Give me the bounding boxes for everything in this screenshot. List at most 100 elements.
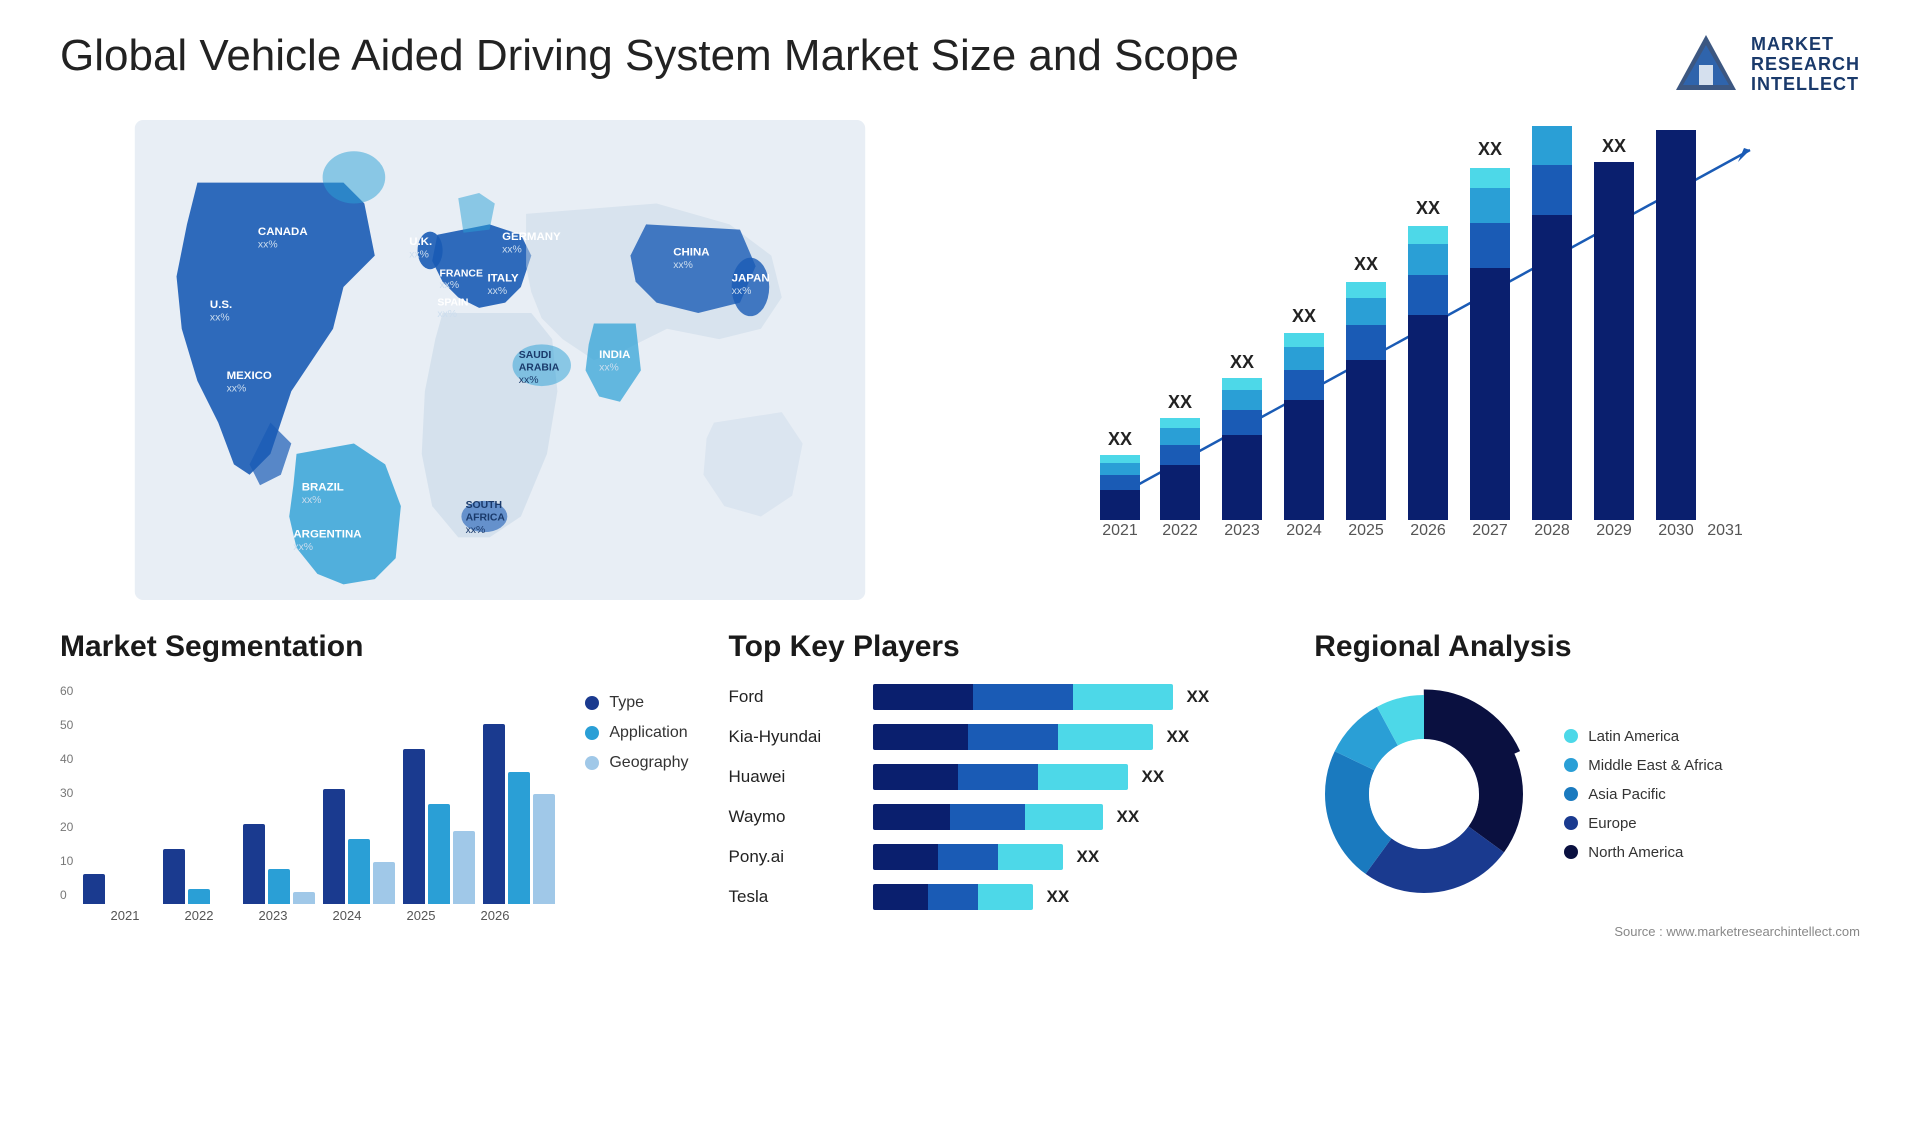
svg-text:BRAZIL: BRAZIL	[302, 481, 344, 493]
svg-text:XX: XX	[1416, 198, 1440, 218]
svg-text:CHINA: CHINA	[673, 247, 709, 259]
svg-text:U.S.: U.S.	[210, 299, 232, 311]
logo-icon	[1671, 30, 1741, 100]
svg-text:xx%: xx%	[227, 383, 247, 394]
bar-chart-section: XX 2021 XX 2022 XX 2023	[980, 120, 1860, 600]
legend-europe: Europe	[1564, 815, 1722, 832]
seg-bars	[83, 684, 555, 904]
svg-text:2028: 2028	[1534, 522, 1570, 539]
regional-container: Latin America Middle East & Africa Asia …	[1314, 684, 1860, 904]
svg-text:xx%: xx%	[409, 250, 429, 261]
svg-text:CANADA: CANADA	[258, 226, 308, 238]
seg-bar-2023	[243, 824, 315, 904]
seg-legend: Type Application Geography	[585, 694, 688, 772]
legend-geography: Geography	[585, 754, 688, 772]
player-kia-hyundai: Kia-Hyundai XX	[729, 724, 1275, 750]
seg-chart-with-axis: 0 10 20 30 40 50 60	[60, 684, 555, 923]
svg-text:XX: XX	[1168, 392, 1192, 412]
svg-text:xx%: xx%	[466, 525, 486, 536]
source-text: Source : www.marketresearchintellect.com	[1314, 924, 1860, 939]
page: Global Vehicle Aided Driving System Mark…	[0, 0, 1920, 1146]
svg-text:2027: 2027	[1472, 522, 1508, 539]
svg-text:xx%: xx%	[437, 309, 457, 320]
svg-text:XX: XX	[1478, 139, 1502, 159]
donut-svg	[1314, 684, 1534, 904]
svg-text:U.K.: U.K.	[409, 236, 432, 248]
legend-middle-east-africa: Middle East & Africa	[1564, 757, 1722, 774]
seg-bar-2021	[83, 874, 155, 904]
player-huawei: Huawei XX	[729, 764, 1275, 790]
svg-text:xx%: xx%	[302, 495, 322, 506]
world-map-svg: CANADA xx% U.S. xx% MEXICO xx% BRAZIL xx…	[60, 120, 940, 600]
svg-text:xx%: xx%	[258, 239, 278, 250]
growth-chart-svg: XX 2021 XX 2022 XX 2023	[980, 120, 1860, 580]
svg-text:XX: XX	[1602, 136, 1626, 156]
page-title: Global Vehicle Aided Driving System Mark…	[60, 30, 1239, 83]
svg-text:ITALY: ITALY	[487, 273, 519, 285]
svg-text:AFRICA: AFRICA	[466, 513, 506, 524]
svg-text:SOUTH: SOUTH	[466, 500, 502, 511]
seg-bar-2024	[323, 789, 395, 904]
svg-text:INDIA: INDIA	[599, 349, 630, 361]
player-tesla: Tesla XX	[729, 884, 1275, 910]
svg-text:xx%: xx%	[293, 542, 313, 553]
legend-asia-pacific: Asia Pacific	[1564, 786, 1722, 803]
regional-section: Regional Analysis	[1314, 630, 1860, 939]
seg-x-labels: 2021 2022 2023 2024 2025 2026	[92, 908, 555, 923]
svg-text:XX: XX	[1354, 254, 1378, 274]
seg-bar-2026	[483, 724, 555, 904]
svg-text:ARGENTINA: ARGENTINA	[293, 528, 361, 540]
svg-text:xx%: xx%	[487, 286, 507, 297]
segmentation-title: Market Segmentation	[60, 630, 689, 664]
legend-latin-america: Latin America	[1564, 728, 1722, 745]
svg-text:2029: 2029	[1596, 522, 1632, 539]
svg-text:FRANCE: FRANCE	[439, 269, 482, 280]
svg-text:xx%: xx%	[673, 260, 693, 271]
players-list: Ford XX Kia-Hyundai	[729, 684, 1275, 910]
segmentation-section: Market Segmentation 0 10 20 30 40 50 60	[60, 630, 689, 939]
header: Global Vehicle Aided Driving System Mark…	[60, 30, 1860, 100]
legend-type: Type	[585, 694, 688, 712]
svg-text:SPAIN: SPAIN	[437, 298, 468, 309]
svg-text:xx%: xx%	[439, 280, 459, 291]
svg-text:GERMANY: GERMANY	[502, 231, 561, 243]
legend-north-america: North America	[1564, 844, 1722, 861]
svg-text:XX: XX	[1540, 120, 1564, 124]
legend-application: Application	[585, 724, 688, 742]
svg-text:2025: 2025	[1348, 522, 1384, 539]
player-pony-ai: Pony.ai XX	[729, 844, 1275, 870]
regional-legend: Latin America Middle East & Africa Asia …	[1564, 728, 1722, 861]
key-players-title: Top Key Players	[729, 630, 1275, 664]
seg-bar-2022	[163, 849, 235, 904]
seg-chart-area: 0 10 20 30 40 50 60	[60, 684, 689, 923]
svg-text:XX: XX	[1292, 306, 1316, 326]
seg-chart-inner: 0 10 20 30 40 50 60	[60, 684, 555, 904]
world-map-section: CANADA xx% U.S. xx% MEXICO xx% BRAZIL xx…	[60, 120, 940, 600]
svg-text:xx%: xx%	[599, 362, 619, 373]
regional-title: Regional Analysis	[1314, 630, 1860, 664]
seg-bar-2025	[403, 749, 475, 904]
svg-text:XX: XX	[1712, 120, 1739, 125]
logo-text: MARKET RESEARCH INTELLECT	[1751, 35, 1860, 94]
svg-text:ARABIA: ARABIA	[519, 362, 560, 373]
seg-y-axis: 0 10 20 30 40 50 60	[60, 684, 73, 904]
svg-text:XX: XX	[1230, 352, 1254, 372]
svg-text:XX: XX	[1108, 429, 1132, 449]
bottom-section: Market Segmentation 0 10 20 30 40 50 60	[60, 630, 1860, 939]
donut-chart	[1314, 684, 1534, 904]
svg-text:2024: 2024	[1286, 522, 1322, 539]
svg-text:2023: 2023	[1224, 522, 1260, 539]
player-ford: Ford XX	[729, 684, 1275, 710]
player-waymo: Waymo XX	[729, 804, 1275, 830]
svg-text:MEXICO: MEXICO	[227, 370, 272, 382]
svg-text:2030: 2030	[1658, 522, 1694, 539]
svg-text:xx%: xx%	[519, 375, 539, 386]
key-players-section: Top Key Players Ford XX	[729, 630, 1275, 939]
svg-text:JAPAN: JAPAN	[732, 273, 770, 285]
svg-text:xx%: xx%	[732, 286, 752, 297]
svg-text:2031: 2031	[1707, 522, 1743, 539]
svg-text:XX: XX	[1664, 120, 1688, 124]
svg-text:xx%: xx%	[502, 245, 522, 256]
svg-text:2026: 2026	[1410, 522, 1446, 539]
svg-text:2021: 2021	[1102, 522, 1138, 539]
